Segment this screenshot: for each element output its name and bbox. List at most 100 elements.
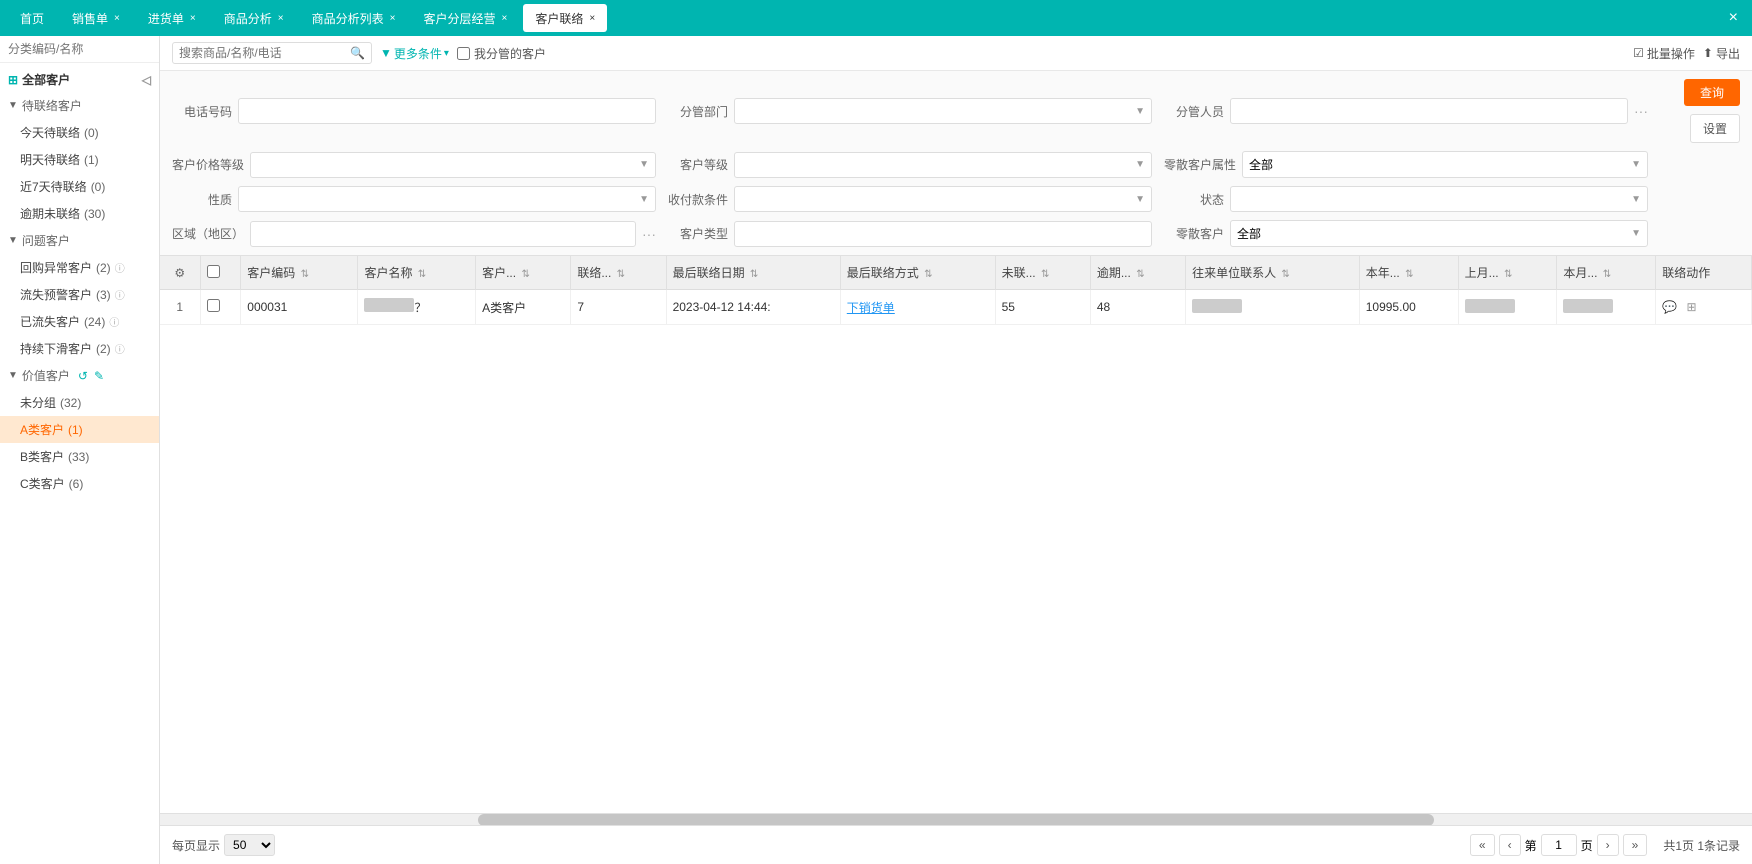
category-search-input[interactable] bbox=[8, 42, 160, 56]
filter-customer-grade: 客户等级 ▼ bbox=[668, 152, 1152, 178]
col-checkbox bbox=[200, 256, 241, 290]
customer-grade-select[interactable]: ▼ bbox=[734, 152, 1152, 178]
customer-type-input[interactable] bbox=[734, 221, 1152, 247]
person-more-icon[interactable]: ··· bbox=[1634, 103, 1648, 119]
person-select[interactable] bbox=[1230, 98, 1628, 124]
query-button[interactable]: 查询 bbox=[1684, 79, 1740, 106]
close-purchase-order-icon[interactable]: × bbox=[190, 13, 196, 24]
pagination: 每页显示 50 20 100 « ‹ 第 页 › » 共1页 1条记录 bbox=[160, 825, 1752, 864]
col-gear[interactable]: ⚙ bbox=[160, 256, 200, 290]
col-last-contact-date[interactable]: 最后联络日期 ⇅ bbox=[666, 256, 840, 290]
page-nav-buttons: « ‹ 第 页 › » bbox=[1470, 834, 1647, 856]
close-sales-order-icon[interactable]: × bbox=[114, 13, 120, 24]
col-last-month[interactable]: 上月... ⇅ bbox=[1458, 256, 1557, 290]
tab-product-analysis[interactable]: 商品分析 × bbox=[212, 4, 296, 32]
region-more-icon[interactable]: ··· bbox=[642, 226, 656, 242]
col-customer-code[interactable]: 客户编码 ⇅ bbox=[241, 256, 358, 290]
sort-contact-icon: ⇅ bbox=[617, 269, 625, 280]
last-page-button[interactable]: » bbox=[1623, 834, 1648, 856]
tab-customer-contact[interactable]: 客户联络 × bbox=[523, 4, 607, 32]
first-page-button[interactable]: « bbox=[1470, 834, 1495, 856]
customer-table: ⚙ 客户编码 ⇅ 客户名称 ⇅ 客户... ⇅ 联络... ⇅ 最后联络日期 ⇅… bbox=[160, 256, 1752, 325]
search-submit-icon[interactable]: 🔍 bbox=[350, 46, 365, 60]
cell-checkbox[interactable] bbox=[200, 290, 241, 325]
table-settings-icon[interactable]: ⚙ bbox=[174, 266, 185, 280]
col-contact-count[interactable]: 联络... ⇅ bbox=[571, 256, 666, 290]
row-checkbox[interactable] bbox=[207, 299, 220, 312]
export-button[interactable]: ⬆ 导出 bbox=[1703, 45, 1740, 62]
sidebar-item-ungrouped[interactable]: 未分组(32) bbox=[0, 389, 159, 416]
per-page-select[interactable]: 50 20 100 bbox=[224, 834, 275, 856]
filter-row-2: 客户价格等级 ▼ 客户等级 ▼ 零散客户属性 全部 bbox=[172, 151, 1740, 178]
dept-select[interactable]: ▼ bbox=[734, 98, 1152, 124]
info-icon-2: ⓘ bbox=[115, 287, 125, 302]
more-filters-button[interactable]: ▼ 更多条件 ▾ bbox=[380, 45, 449, 62]
col-no-contact[interactable]: 未联... ⇅ bbox=[995, 256, 1090, 290]
col-this-year[interactable]: 本年... ⇅ bbox=[1359, 256, 1458, 290]
horizontal-scrollbar[interactable] bbox=[160, 813, 1752, 825]
sidebar-item-repurchase-abnormal[interactable]: 回购异常客户(2)ⓘ bbox=[0, 254, 159, 281]
sidebar-item-churned[interactable]: 已流失客户(24)ⓘ bbox=[0, 308, 159, 335]
sidebar-item-class-c[interactable]: C类客户(6) bbox=[0, 470, 159, 497]
region-select[interactable] bbox=[250, 221, 636, 247]
status-select[interactable]: ▼ bbox=[1230, 186, 1648, 212]
prev-page-button[interactable]: ‹ bbox=[1499, 834, 1521, 856]
sort-no-contact-icon: ⇅ bbox=[1041, 269, 1049, 280]
col-this-month[interactable]: 本月... ⇅ bbox=[1557, 256, 1656, 290]
payment-select[interactable]: ▼ bbox=[734, 186, 1152, 212]
contact-method-link[interactable]: 下销货单 bbox=[847, 301, 895, 315]
comment-icon[interactable]: 💬 bbox=[1662, 300, 1677, 314]
problem-customers-section[interactable]: ▼ 问题客户 bbox=[0, 227, 159, 254]
close-product-analysis-icon[interactable]: × bbox=[278, 13, 284, 24]
col-last-contact-method[interactable]: 最后联络方式 ⇅ bbox=[840, 256, 995, 290]
sidebar-item-7day-contact[interactable]: 近7天待联络(0) bbox=[0, 173, 159, 200]
window-close-button[interactable]: × bbox=[1723, 7, 1744, 29]
scattered-attr-select[interactable]: 全部 ▼ bbox=[1242, 151, 1648, 178]
search-input[interactable] bbox=[179, 46, 346, 60]
advanced-filter-panel: 电话号码 分管部门 ▼ 分管人员 ··· bbox=[160, 71, 1752, 256]
pending-contact-section[interactable]: ▼ 待联络客户 bbox=[0, 92, 159, 119]
sidebar-item-class-a[interactable]: A类客户(1) bbox=[0, 416, 159, 443]
sidebar: 🔍 ⊞ 全部客户 ◁ ▼ 待联络客户 今天待联络(0) 明天待联络(1) 近7天… bbox=[0, 36, 160, 864]
qr-icon[interactable]: ⊞ bbox=[1687, 300, 1697, 314]
sidebar-item-today-contact[interactable]: 今天待联络(0) bbox=[0, 119, 159, 146]
settings-button[interactable]: 设置 bbox=[1690, 114, 1740, 143]
tab-purchase-order[interactable]: 进货单 × bbox=[136, 4, 208, 32]
scrollbar-thumb[interactable] bbox=[478, 814, 1433, 825]
value-customers-section[interactable]: ▼ 价值客户 ↺ ✎ bbox=[0, 362, 159, 389]
scattered-customer-select[interactable]: 全部 ▼ bbox=[1230, 220, 1648, 247]
close-customer-contact-icon[interactable]: × bbox=[589, 13, 595, 24]
cell-last-contact-method[interactable]: 下销货单 bbox=[840, 290, 995, 325]
next-page-button[interactable]: › bbox=[1597, 834, 1619, 856]
nature-select[interactable]: ▼ bbox=[238, 186, 656, 212]
edit-value-icon[interactable]: ✎ bbox=[94, 369, 104, 383]
grid-icon: ⊞ bbox=[8, 73, 18, 87]
my-customers-checkbox[interactable] bbox=[457, 47, 470, 60]
sidebar-item-declining[interactable]: 持续下滑客户(2)ⓘ bbox=[0, 335, 159, 362]
tab-sales-order[interactable]: 销售单 × bbox=[60, 4, 132, 32]
sidebar-item-churn-warning[interactable]: 流失预警客户(3)ⓘ bbox=[0, 281, 159, 308]
col-overdue[interactable]: 逾期... ⇅ bbox=[1090, 256, 1185, 290]
col-customer-name[interactable]: 客户名称 ⇅ bbox=[358, 256, 476, 290]
cell-contact-action[interactable]: 💬 ⊞ bbox=[1656, 290, 1752, 325]
table-row: 1 000031 ？ A类客户 7 2023-04-12 14:44: 下销货单… bbox=[160, 290, 1752, 325]
refresh-value-icon[interactable]: ↺ bbox=[78, 369, 88, 383]
page-number-input[interactable] bbox=[1541, 834, 1577, 856]
col-customer-type[interactable]: 客户... ⇅ bbox=[476, 256, 571, 290]
col-unit-contact[interactable]: 往来单位联系人 ⇅ bbox=[1186, 256, 1360, 290]
close-customer-tier-icon[interactable]: × bbox=[501, 13, 507, 24]
price-grade-select[interactable]: ▼ bbox=[250, 152, 656, 178]
sidebar-item-tomorrow-contact[interactable]: 明天待联络(1) bbox=[0, 146, 159, 173]
tab-customer-tier[interactable]: 客户分层经营 × bbox=[411, 4, 519, 32]
collapse-sidebar-icon[interactable]: ◁ bbox=[142, 73, 151, 87]
sidebar-item-overdue-contact[interactable]: 逾期未联络(30) bbox=[0, 200, 159, 227]
select-all-checkbox[interactable] bbox=[207, 265, 220, 278]
phone-input[interactable] bbox=[238, 98, 656, 124]
cell-last-month bbox=[1458, 290, 1557, 325]
cell-last-contact-date: 2023-04-12 14:44: bbox=[666, 290, 840, 325]
tab-home[interactable]: 首页 bbox=[8, 4, 56, 32]
tab-product-analysis-list[interactable]: 商品分析列表 × bbox=[300, 4, 408, 32]
close-product-analysis-list-icon[interactable]: × bbox=[390, 13, 396, 24]
batch-operations-button[interactable]: ☑ 批量操作 bbox=[1633, 45, 1695, 62]
sidebar-item-class-b[interactable]: B类客户(33) bbox=[0, 443, 159, 470]
